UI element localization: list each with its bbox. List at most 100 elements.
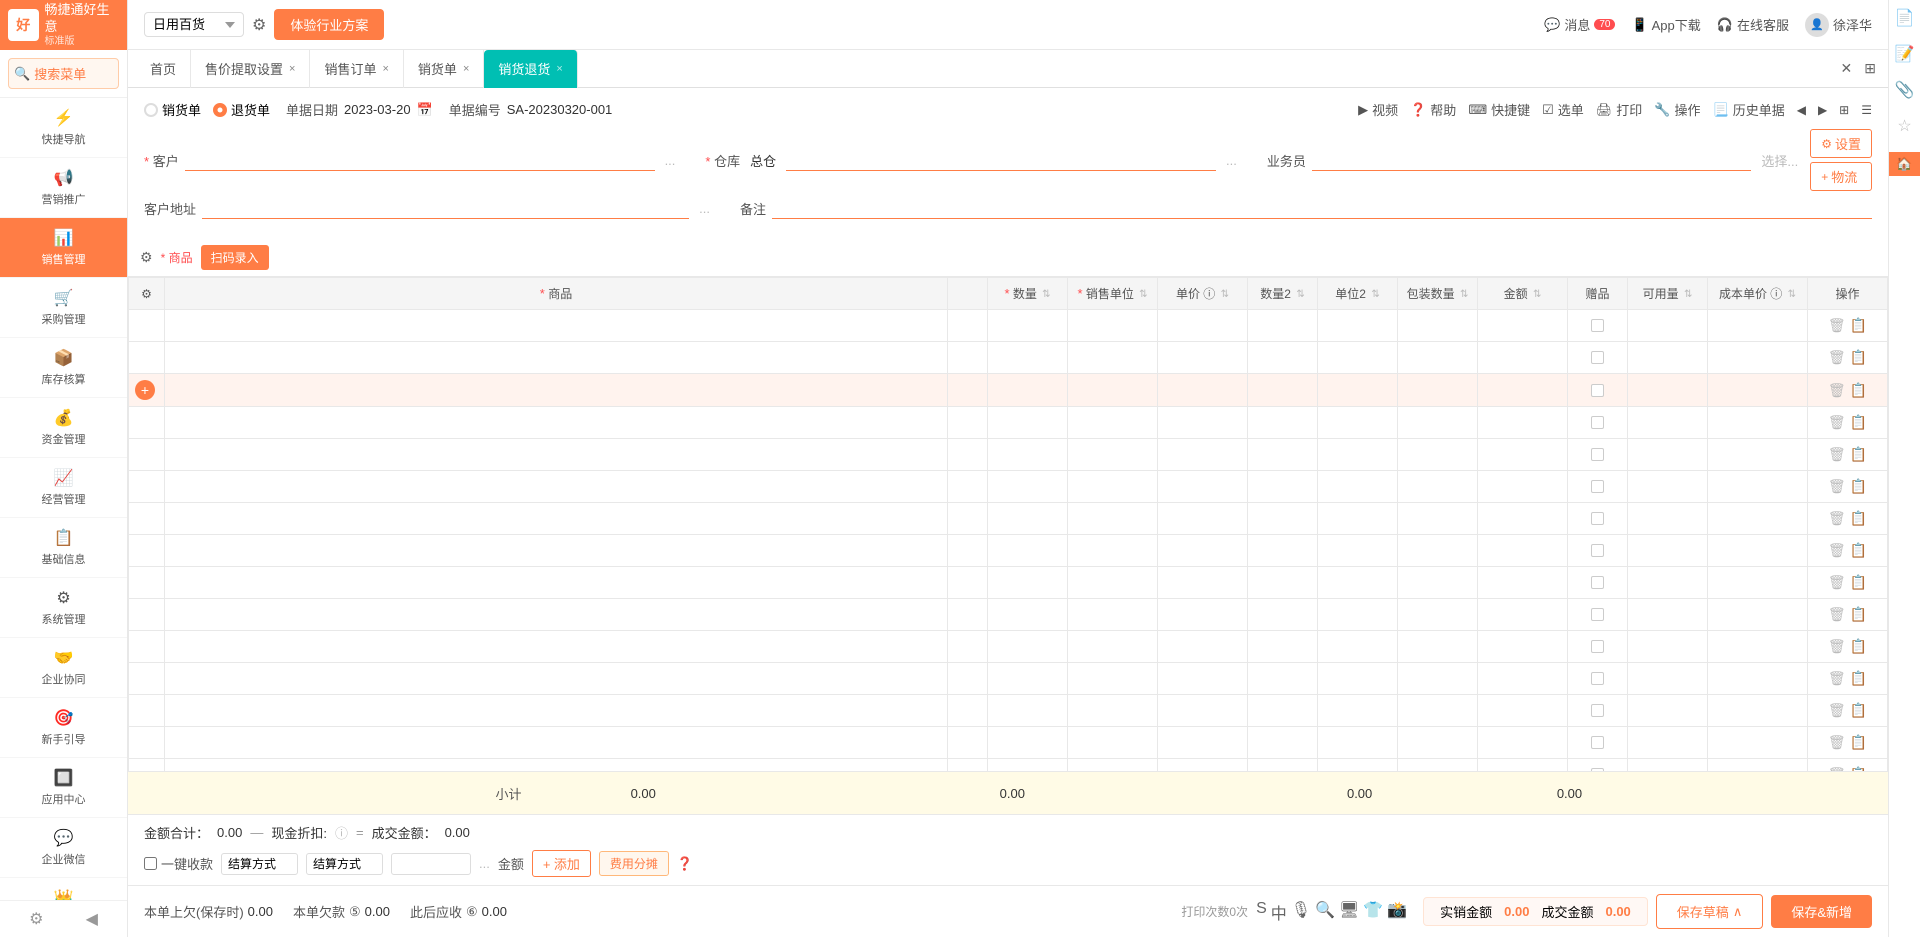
row-product-cell[interactable]: [165, 471, 948, 503]
right-panel-doc-icon[interactable]: 📄: [1895, 8, 1915, 28]
sidebar-item-wechat[interactable]: 💬 企业微信: [0, 818, 127, 878]
delete-row-icon[interactable]: 🗑: [1828, 510, 1846, 527]
row-product-cell[interactable]: [165, 599, 948, 631]
row-unit2-cell[interactable]: [1318, 631, 1398, 663]
tool-icon-7[interactable]: 📸: [1387, 900, 1407, 924]
expense-split-btn[interactable]: 费用分摊: [599, 851, 669, 876]
row-product-cell[interactable]: [165, 631, 948, 663]
sidebar-item-quick-nav[interactable]: ⚡ 快捷导航: [0, 98, 127, 158]
gift-checkbox[interactable]: [1591, 736, 1604, 749]
delete-row-icon[interactable]: 🗑: [1828, 574, 1846, 591]
row-cost-cell[interactable]: [1708, 567, 1808, 599]
row-avail-cell[interactable]: [1628, 310, 1708, 342]
quick-pay-label[interactable]: 一键收款: [144, 854, 213, 873]
row-cost-cell[interactable]: [1708, 342, 1808, 374]
row-product-cell[interactable]: [165, 503, 948, 535]
row-unit2-cell[interactable]: [1318, 439, 1398, 471]
row-avail-cell[interactable]: [1628, 342, 1708, 374]
gift-checkbox[interactable]: [1591, 480, 1604, 493]
sidebar-item-guide[interactable]: 🎯 新手引导: [0, 698, 127, 758]
row-gift-cell[interactable]: [1568, 439, 1628, 471]
app-download-group[interactable]: 📱 App下载: [1631, 15, 1700, 34]
row-amount-cell[interactable]: [1478, 567, 1568, 599]
history-action[interactable]: 📃 历史单据: [1713, 100, 1785, 119]
row-price-cell[interactable]: [1158, 695, 1248, 727]
account-input[interactable]: [391, 853, 471, 875]
sidebar-item-operations[interactable]: 📈 经营管理: [0, 458, 127, 518]
topbar-gear-icon[interactable]: ⚙: [252, 15, 266, 35]
right-panel-note-icon[interactable]: 📝: [1895, 44, 1915, 64]
row-pack-cell[interactable]: [1398, 374, 1478, 407]
row-qty-cell[interactable]: [988, 310, 1068, 342]
sidebar-item-system[interactable]: ⚙ 系统管理: [0, 578, 127, 638]
settings-bottom-icon[interactable]: ⚙: [29, 909, 43, 929]
row-amount-cell[interactable]: [1478, 535, 1568, 567]
row-unit-cell[interactable]: [1068, 695, 1158, 727]
row-qty-cell[interactable]: [988, 599, 1068, 631]
row-unit2-cell[interactable]: [1318, 759, 1398, 772]
module-select[interactable]: 日用百货: [144, 12, 244, 37]
delete-row-icon[interactable]: 🗑: [1828, 478, 1846, 495]
delete-row-icon[interactable]: 🗑: [1828, 382, 1846, 399]
row-unit-cell[interactable]: [1068, 471, 1158, 503]
gift-checkbox[interactable]: [1591, 448, 1604, 461]
copy-row-icon[interactable]: 📋: [1850, 670, 1867, 687]
row-unit-cell[interactable]: [1068, 407, 1158, 439]
row-unit-cell[interactable]: [1068, 310, 1158, 342]
row-avail-cell[interactable]: [1628, 759, 1708, 772]
row-qty-cell[interactable]: [988, 631, 1068, 663]
tab-home[interactable]: 首页: [136, 50, 191, 88]
row-avail-cell[interactable]: [1628, 663, 1708, 695]
row-unit2-cell[interactable]: [1318, 471, 1398, 503]
row-qty-cell[interactable]: [988, 407, 1068, 439]
row-avail-cell[interactable]: [1628, 407, 1708, 439]
row-qty2-cell[interactable]: [1248, 503, 1318, 535]
right-panel-star-icon[interactable]: ☆: [1897, 116, 1911, 136]
quick-pay-checkbox[interactable]: [144, 857, 157, 870]
row-pack-cell[interactable]: [1398, 535, 1478, 567]
shortcut-action[interactable]: ⌨ 快捷键: [1468, 100, 1530, 119]
copy-row-icon[interactable]: 📋: [1850, 510, 1867, 527]
row-pack-cell[interactable]: [1398, 599, 1478, 631]
row-qty2-cell[interactable]: [1248, 599, 1318, 631]
copy-row-icon[interactable]: 📋: [1850, 574, 1867, 591]
row-product-cell[interactable]: [165, 407, 948, 439]
delete-row-icon[interactable]: 🗑: [1828, 414, 1846, 431]
address-dots[interactable]: ...: [699, 201, 710, 216]
logistics-button[interactable]: + 物流: [1810, 162, 1872, 191]
row-product-cell[interactable]: [165, 695, 948, 727]
row-unit2-cell[interactable]: [1318, 407, 1398, 439]
row-cost-cell[interactable]: [1708, 695, 1808, 727]
search-menu-button[interactable]: 🔍 搜索菜单: [8, 58, 119, 89]
row-avail-cell[interactable]: [1628, 503, 1708, 535]
row-pack-cell[interactable]: [1398, 631, 1478, 663]
tab-sales-return-close[interactable]: ×: [556, 63, 562, 75]
row-amount-cell[interactable]: [1478, 439, 1568, 471]
row-amount-cell[interactable]: [1478, 663, 1568, 695]
sidebar-item-sales[interactable]: 📊 销售管理: [0, 218, 127, 278]
row-gift-cell[interactable]: [1568, 407, 1628, 439]
row-product-cell[interactable]: [165, 374, 948, 407]
gift-checkbox[interactable]: [1591, 608, 1604, 621]
video-action[interactable]: ▶ 视频: [1358, 100, 1398, 119]
online-service-group[interactable]: 🎧 在线客服: [1717, 15, 1789, 34]
row-avail-cell[interactable]: [1628, 471, 1708, 503]
row-unit2-cell[interactable]: [1318, 599, 1398, 631]
gift-checkbox[interactable]: [1591, 672, 1604, 685]
row-unit-cell[interactable]: [1068, 727, 1158, 759]
copy-row-icon[interactable]: 📋: [1850, 734, 1867, 751]
row-unit2-cell[interactable]: [1318, 535, 1398, 567]
tab-sales-return[interactable]: 销货退货 ×: [484, 50, 577, 88]
gift-checkbox[interactable]: [1591, 416, 1604, 429]
right-panel-attachment-icon[interactable]: 📎: [1895, 80, 1915, 100]
row-product-cell[interactable]: [165, 567, 948, 599]
row-price-cell[interactable]: [1158, 663, 1248, 695]
row-gift-cell[interactable]: [1568, 374, 1628, 407]
close-tab-btn[interactable]: ✕: [1837, 58, 1857, 79]
staff-input[interactable]: [1312, 149, 1752, 171]
row-unit-cell[interactable]: [1068, 503, 1158, 535]
row-amount-cell[interactable]: [1478, 631, 1568, 663]
sidebar-item-finance[interactable]: 💰 资金管理: [0, 398, 127, 458]
row-price-cell[interactable]: [1158, 535, 1248, 567]
radio-return[interactable]: 退货单: [213, 100, 270, 119]
